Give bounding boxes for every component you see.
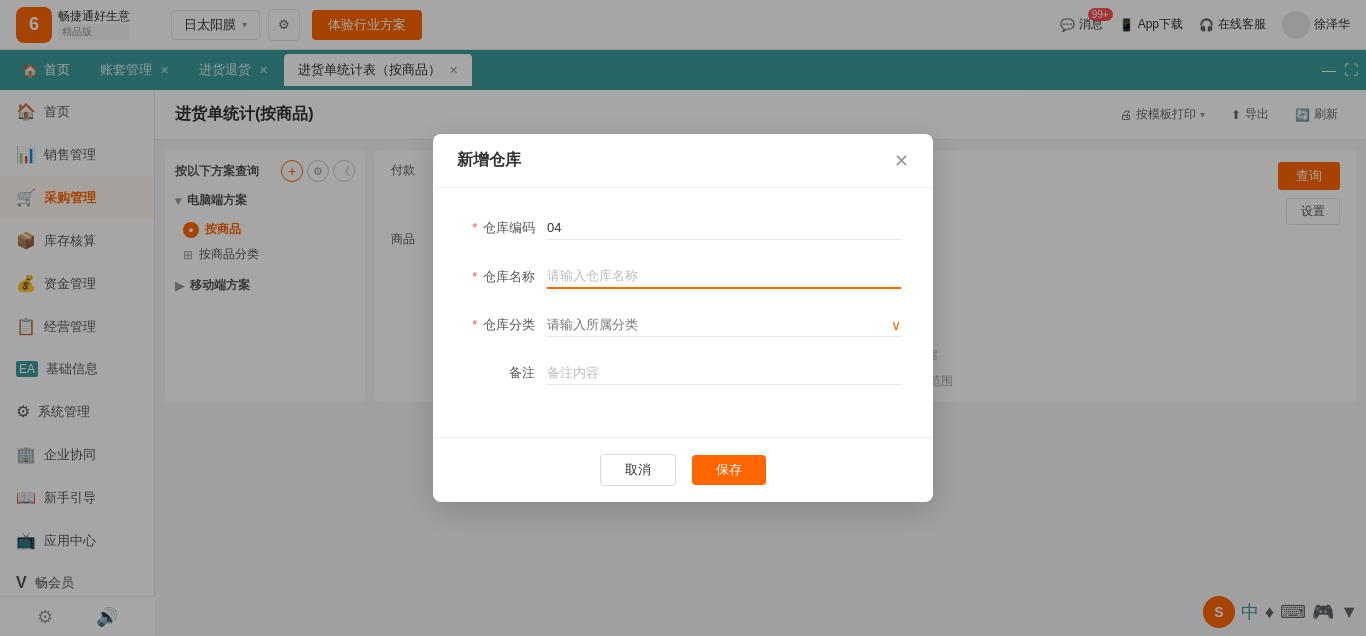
form-category-label: * 仓库分类: [465, 316, 535, 334]
dialog-body: * 仓库编码 * 仓库名称 * 仓库分类: [433, 188, 933, 437]
warehouse-remark-input[interactable]: [547, 361, 901, 385]
warehouse-category-input[interactable]: [547, 313, 891, 336]
modal-overlay[interactable]: 新增仓库 ✕ * 仓库编码 * 仓库名称: [0, 0, 1366, 636]
category-dropdown-icon[interactable]: ∨: [891, 317, 901, 333]
warehouse-name-input[interactable]: [547, 264, 901, 289]
warehouse-category-select-row: ∨: [547, 313, 901, 337]
cancel-button[interactable]: 取消: [600, 454, 676, 486]
warehouse-code-input[interactable]: [547, 216, 901, 240]
dialog-footer: 取消 保存: [433, 437, 933, 502]
dialog-close-button[interactable]: ✕: [894, 152, 909, 170]
required-star-code: *: [472, 220, 477, 235]
form-row-code: * 仓库编码: [465, 216, 901, 240]
required-star-name: *: [472, 269, 477, 284]
save-button[interactable]: 保存: [692, 455, 766, 485]
new-warehouse-dialog: 新增仓库 ✕ * 仓库编码 * 仓库名称: [433, 134, 933, 502]
required-star-category: *: [472, 317, 477, 332]
form-remark-label: 备注: [465, 364, 535, 382]
form-row-category: * 仓库分类 ∨: [465, 313, 901, 337]
dialog-title: 新增仓库: [457, 150, 521, 171]
form-row-name: * 仓库名称: [465, 264, 901, 289]
form-name-label: * 仓库名称: [465, 268, 535, 286]
form-code-label: * 仓库编码: [465, 219, 535, 237]
dialog-header: 新增仓库 ✕: [433, 134, 933, 188]
form-row-remark: 备注: [465, 361, 901, 385]
